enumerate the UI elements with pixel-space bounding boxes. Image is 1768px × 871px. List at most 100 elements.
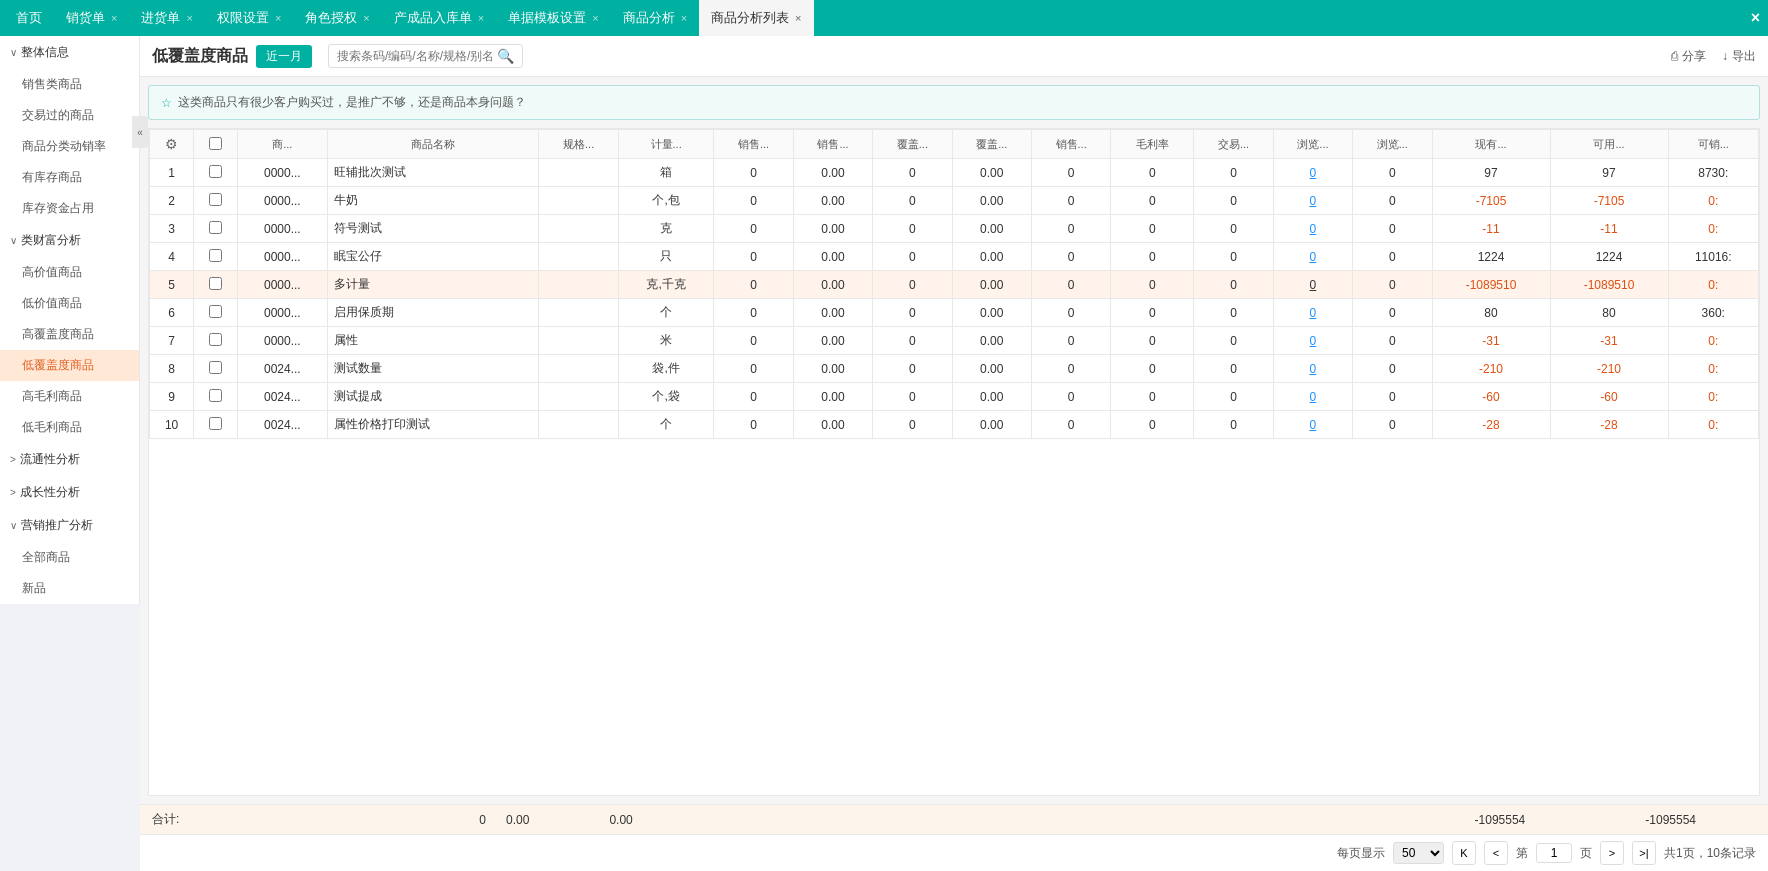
row-current: 80 bbox=[1432, 299, 1550, 327]
close-product-analysis-tab[interactable]: × bbox=[681, 12, 687, 24]
sidebar-item-low-value[interactable]: 低价值商品 bbox=[0, 288, 139, 319]
row-checkbox[interactable] bbox=[194, 411, 237, 439]
row-select-checkbox[interactable] bbox=[209, 221, 222, 234]
sidebar-section-overview[interactable]: ∨ 整体信息 bbox=[0, 36, 139, 69]
settings-icon[interactable]: ⚙ bbox=[165, 136, 178, 152]
close-sales-tab[interactable]: × bbox=[111, 12, 117, 24]
row-num: 1 bbox=[150, 159, 194, 187]
last-page-button[interactable]: >| bbox=[1632, 841, 1656, 865]
sidebar-item-stock-capital[interactable]: 库存资金占用 bbox=[0, 193, 139, 224]
row-browse1[interactable]: 0 bbox=[1273, 355, 1352, 383]
date-filter-button[interactable]: 近一月 bbox=[256, 45, 312, 68]
page-of-label: 页 bbox=[1580, 845, 1592, 862]
row-checkbox[interactable] bbox=[194, 187, 237, 215]
row-checkbox[interactable] bbox=[194, 271, 237, 299]
nav-tab-product-analysis-list[interactable]: 商品分析列表 × bbox=[699, 0, 813, 36]
row-checkbox[interactable] bbox=[194, 243, 237, 271]
sidebar-section-marketing[interactable]: ∨ 营销推广分析 bbox=[0, 509, 139, 542]
row-select-checkbox[interactable] bbox=[209, 249, 222, 262]
close-purchase-tab[interactable]: × bbox=[186, 12, 192, 24]
row-browse1[interactable]: 0 bbox=[1273, 383, 1352, 411]
row-checkbox[interactable] bbox=[194, 383, 237, 411]
row-select-checkbox[interactable] bbox=[209, 333, 222, 346]
row-current: 97 bbox=[1432, 159, 1550, 187]
export-action[interactable]: ↓ 导出 bbox=[1722, 48, 1756, 65]
search-icon[interactable]: 🔍 bbox=[497, 48, 514, 64]
sidebar-item-sales-goods[interactable]: 销售类商品 bbox=[0, 69, 139, 100]
row-browse1[interactable]: 0 bbox=[1273, 215, 1352, 243]
row-browse1[interactable]: 0 bbox=[1273, 299, 1352, 327]
close-product-analysis-list-tab[interactable]: × bbox=[795, 12, 801, 24]
select-all-checkbox[interactable] bbox=[209, 137, 222, 150]
sidebar-item-high-value[interactable]: 高价值商品 bbox=[0, 257, 139, 288]
row-unit: 米 bbox=[618, 327, 714, 355]
row-browse1[interactable]: 0 bbox=[1273, 187, 1352, 215]
row-checkbox[interactable] bbox=[194, 355, 237, 383]
sidebar-item-in-stock[interactable]: 有库存商品 bbox=[0, 162, 139, 193]
banner-text: 这类商品只有很少客户购买过，是推广不够，还是商品本身问题？ bbox=[178, 94, 526, 111]
sidebar-section-liquidity[interactable]: > 流通性分析 bbox=[0, 443, 139, 476]
row-sales3: 0 bbox=[1031, 243, 1110, 271]
row-name: 启用保质期 bbox=[327, 299, 538, 327]
row-gross: 0 bbox=[1111, 355, 1194, 383]
row-browse2: 0 bbox=[1353, 215, 1432, 243]
row-spec bbox=[539, 187, 618, 215]
row-select-checkbox[interactable] bbox=[209, 165, 222, 178]
row-cov2: 0.00 bbox=[952, 159, 1031, 187]
row-sales3: 0 bbox=[1031, 327, 1110, 355]
row-select-checkbox[interactable] bbox=[209, 305, 222, 318]
sidebar-item-low-margin[interactable]: 低毛利商品 bbox=[0, 412, 139, 443]
row-code: 0024... bbox=[237, 383, 327, 411]
row-select-checkbox[interactable] bbox=[209, 361, 222, 374]
row-trade: 0 bbox=[1194, 243, 1273, 271]
row-cov2: 0.00 bbox=[952, 299, 1031, 327]
nav-tab-sales[interactable]: 销货单 × bbox=[54, 0, 129, 36]
sidebar-item-low-coverage[interactable]: 低覆盖度商品 bbox=[0, 350, 139, 381]
row-checkbox[interactable] bbox=[194, 159, 237, 187]
row-browse1[interactable]: 0 bbox=[1273, 327, 1352, 355]
row-browse1[interactable]: 0 bbox=[1273, 411, 1352, 439]
share-action[interactable]: ⎙ 分享 bbox=[1671, 48, 1706, 65]
sidebar-item-traded-goods[interactable]: 交易过的商品 bbox=[0, 100, 139, 131]
first-page-button[interactable]: K bbox=[1452, 841, 1476, 865]
row-checkbox[interactable] bbox=[194, 327, 237, 355]
row-select-checkbox[interactable] bbox=[209, 277, 222, 290]
sidebar-item-new-goods[interactable]: 新品 bbox=[0, 573, 139, 604]
sidebar-item-all-goods[interactable]: 全部商品 bbox=[0, 542, 139, 573]
sidebar-item-high-coverage[interactable]: 高覆盖度商品 bbox=[0, 319, 139, 350]
col-settings[interactable]: ⚙ bbox=[150, 130, 194, 159]
sidebar-item-high-margin[interactable]: 高毛利商品 bbox=[0, 381, 139, 412]
sidebar-section-growth[interactable]: > 成长性分析 bbox=[0, 476, 139, 509]
page-number-input[interactable] bbox=[1536, 843, 1572, 863]
close-role-tab[interactable]: × bbox=[363, 12, 369, 24]
close-all-tabs[interactable]: × bbox=[1751, 9, 1760, 27]
nav-tab-product-inbound[interactable]: 产成品入库单 × bbox=[382, 0, 496, 36]
col-gross-margin: 毛利率 bbox=[1111, 130, 1194, 159]
row-unit: 箱 bbox=[618, 159, 714, 187]
sidebar-section-wealth[interactable]: ∨ 类财富分析 bbox=[0, 224, 139, 257]
row-browse1[interactable]: 0 bbox=[1273, 243, 1352, 271]
nav-tab-permission[interactable]: 权限设置 × bbox=[205, 0, 293, 36]
next-page-button[interactable]: > bbox=[1600, 841, 1624, 865]
nav-tab-purchase[interactable]: 进货单 × bbox=[129, 0, 204, 36]
row-select-checkbox[interactable] bbox=[209, 193, 222, 206]
sidebar-collapse-button[interactable]: « bbox=[132, 116, 148, 148]
col-checkbox bbox=[194, 130, 237, 159]
close-permission-tab[interactable]: × bbox=[275, 12, 281, 24]
sidebar-item-category-rate[interactable]: 商品分类动销率 bbox=[0, 131, 139, 162]
close-template-tab[interactable]: × bbox=[592, 12, 598, 24]
close-product-inbound-tab[interactable]: × bbox=[478, 12, 484, 24]
nav-tab-role[interactable]: 角色授权 × bbox=[293, 0, 381, 36]
row-checkbox[interactable] bbox=[194, 215, 237, 243]
row-select-checkbox[interactable] bbox=[209, 389, 222, 402]
prev-page-button[interactable]: < bbox=[1484, 841, 1508, 865]
row-select-checkbox[interactable] bbox=[209, 417, 222, 430]
row-checkbox[interactable] bbox=[194, 299, 237, 327]
search-input[interactable] bbox=[337, 49, 497, 63]
row-browse1[interactable]: 0 bbox=[1273, 159, 1352, 187]
page-size-select[interactable]: 50 10 20 100 bbox=[1393, 842, 1444, 864]
row-browse1[interactable]: 0 bbox=[1273, 271, 1352, 299]
nav-tab-template[interactable]: 单据模板设置 × bbox=[496, 0, 610, 36]
nav-tab-product-analysis[interactable]: 商品分析 × bbox=[611, 0, 699, 36]
nav-tab-home[interactable]: 首页 bbox=[4, 0, 54, 36]
